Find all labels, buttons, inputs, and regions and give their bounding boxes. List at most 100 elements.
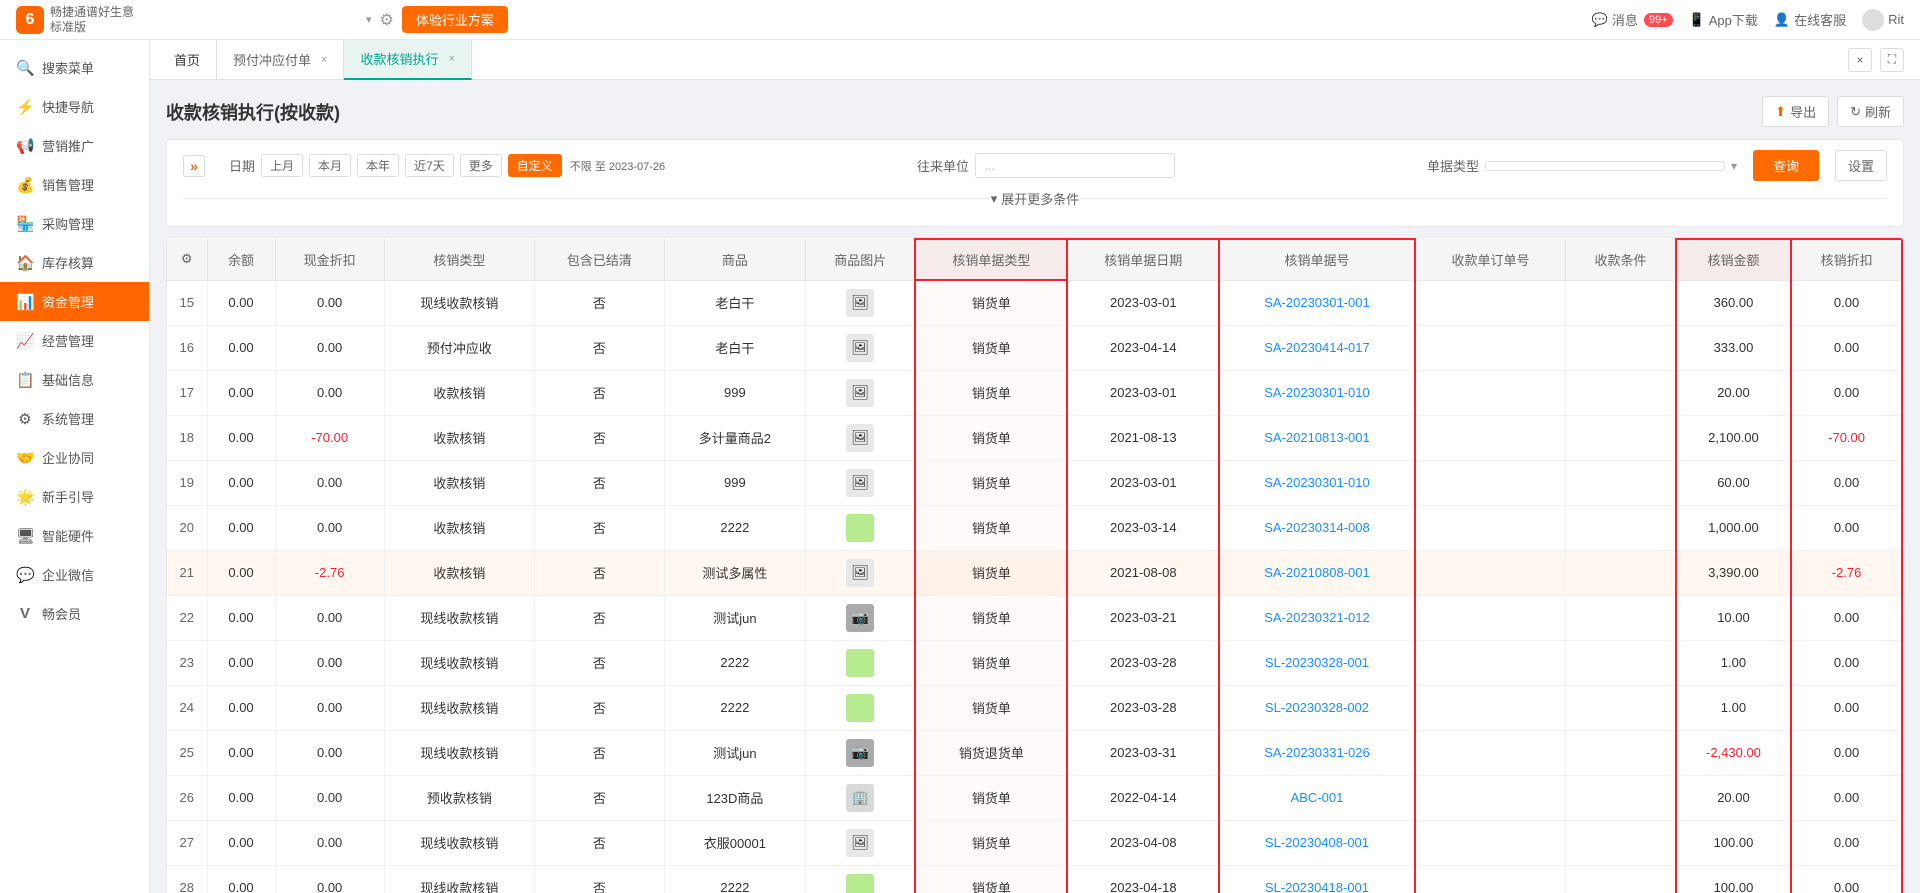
filter-tab-more[interactable]: 更多 <box>460 154 502 177</box>
table-row: 16 0.00 0.00 预付冲应收 否 老白干 🖼 销货单 2023-04-1… <box>167 325 1902 370</box>
trial-button[interactable]: 体验行业方案 <box>402 6 508 33</box>
td-goods-img: 🖼 <box>805 550 915 595</box>
td-goods-img: 🖼 <box>805 280 915 325</box>
sidebar-item-marketing[interactable]: 📢 营销推广 <box>0 126 149 165</box>
filter-billtype-arrow: ▾ <box>1731 159 1737 173</box>
td-balance: 0.00 <box>207 685 275 730</box>
td-balance: 0.00 <box>207 505 275 550</box>
hardware-icon: 🖥 <box>16 527 34 545</box>
td-receipt-order <box>1415 370 1566 415</box>
sidebar-item-sales[interactable]: 💰 销售管理 <box>0 165 149 204</box>
tab-collection-close[interactable]: × <box>448 53 454 65</box>
sidebar-item-basic[interactable]: 📋 基础信息 <box>0 360 149 399</box>
td-receipt-order <box>1415 685 1566 730</box>
td-bill-date: 2023-03-14 <box>1067 505 1219 550</box>
td-cancel-type: 收款核销 <box>384 370 534 415</box>
bill-no-link[interactable]: SA-20230321-012 <box>1264 610 1370 625</box>
td-bill-no: SL-20230328-002 <box>1219 685 1414 730</box>
filter-tab-7days[interactable]: 近7天 <box>405 154 454 177</box>
td-goods-img: 🖼 <box>805 370 915 415</box>
td-goods-img <box>805 865 915 893</box>
bill-no-link[interactable]: SA-20230301-010 <box>1264 475 1370 490</box>
td-balance: 0.00 <box>207 370 275 415</box>
td-receipt-order <box>1415 325 1566 370</box>
collab-icon: 🤝 <box>16 449 34 467</box>
sidebar-item-hardware[interactable]: 🖥 智能硬件 <box>0 516 149 555</box>
tab-home[interactable]: 首页 <box>158 40 217 80</box>
td-bill-date: 2023-03-01 <box>1067 460 1219 505</box>
filter-tab-thismonth[interactable]: 本月 <box>309 154 351 177</box>
sidebar-item-guide[interactable]: 🌟 新手引导 <box>0 477 149 516</box>
logo-icon: 6 <box>16 6 44 34</box>
bill-no-link[interactable]: SA-20230301-010 <box>1264 385 1370 400</box>
bill-no-link[interactable]: SA-20210813-001 <box>1264 430 1370 445</box>
table-row: 15 0.00 0.00 现线收款核销 否 老白干 🖼 销货单 2023-03-… <box>167 280 1902 325</box>
query-button[interactable]: 查询 <box>1753 150 1819 181</box>
app-download-item[interactable]: 📱 App下载 <box>1689 10 1758 29</box>
messages-item[interactable]: 💬 消息 99+ <box>1592 10 1673 29</box>
filter-tab-thisyear[interactable]: 本年 <box>357 154 399 177</box>
td-include-settled: 否 <box>535 775 665 820</box>
th-goods: 商品 <box>664 239 805 280</box>
td-balance: 0.00 <box>207 820 275 865</box>
sidebar-item-collab[interactable]: 🤝 企业协同 <box>0 438 149 477</box>
bill-no-link[interactable]: SA-20230414-017 <box>1264 340 1370 355</box>
td-cancel-discount: 0.00 <box>1791 280 1902 325</box>
sidebar-item-purchase[interactable]: 🏪 采购管理 <box>0 204 149 243</box>
td-cancel-type: 现线收款核销 <box>384 280 534 325</box>
tab-collection[interactable]: 收款核销执行 × <box>344 40 471 80</box>
bill-no-link[interactable]: ABC-001 <box>1291 790 1344 805</box>
td-balance: 0.00 <box>207 775 275 820</box>
td-include-settled: 否 <box>535 280 665 325</box>
filter-partner-select[interactable]: ... <box>975 153 1175 178</box>
export-button[interactable]: ⬆ 导出 <box>1762 96 1829 127</box>
tab-prepay[interactable]: 预付冲应付单 × <box>217 40 344 80</box>
td-bill-date: 2023-03-28 <box>1067 685 1219 730</box>
refresh-button[interactable]: ↻ 刷新 <box>1837 96 1904 127</box>
bill-no-link[interactable]: SL-20230418-001 <box>1265 880 1369 893</box>
td-bill-date: 2021-08-08 <box>1067 550 1219 595</box>
sidebar-item-system[interactable]: ⚙ 系统管理 <box>0 399 149 438</box>
sales-icon: 💰 <box>16 176 34 194</box>
sidebar-item-member[interactable]: V 畅会员 <box>0 594 149 633</box>
td-bill-date: 2021-08-13 <box>1067 415 1219 460</box>
filter-tab-lastmonth[interactable]: 上月 <box>261 154 303 177</box>
sidebar-label-operation: 经营管理 <box>42 331 94 350</box>
td-cancel-discount: 0.00 <box>1791 595 1902 640</box>
td-cash-discount: -70.00 <box>275 415 384 460</box>
bill-no-link[interactable]: SA-20230301-001 <box>1264 295 1370 310</box>
tab-close-button[interactable]: × <box>1848 48 1872 72</box>
sidebar-item-inventory[interactable]: 🏠 库存核算 <box>0 243 149 282</box>
settings-button[interactable]: 设置 <box>1835 150 1887 181</box>
sidebar-item-finance[interactable]: 📊 资金管理 <box>0 282 149 321</box>
td-goods: 测试多属性 <box>664 550 805 595</box>
sidebar-label-member: 畅会员 <box>42 604 81 623</box>
filter-tab-custom[interactable]: 自定义 <box>508 154 562 177</box>
tab-prepay-close[interactable]: × <box>321 54 327 66</box>
bill-no-link[interactable]: SL-20230328-001 <box>1265 655 1369 670</box>
sidebar-item-search[interactable]: 🔍 搜索菜单 <box>0 48 149 87</box>
online-service-item[interactable]: 👤 在线客服 <box>1774 10 1846 29</box>
td-bill-type: 销货单 <box>915 370 1067 415</box>
td-bill-date: 2023-03-01 <box>1067 280 1219 325</box>
bill-no-link[interactable]: SA-20210808-001 <box>1264 565 1370 580</box>
filter-expand-btn[interactable]: » <box>183 155 205 177</box>
dropdown-arrow-icon[interactable]: ▾ <box>366 13 372 26</box>
th-settings[interactable]: ⚙ <box>167 239 207 280</box>
user-item[interactable]: Rit <box>1862 9 1904 31</box>
sidebar-item-nav[interactable]: ⚡ 快捷导航 <box>0 87 149 126</box>
filter-billtype-select[interactable] <box>1485 161 1725 171</box>
bill-no-link[interactable]: SL-20230328-002 <box>1265 700 1369 715</box>
sidebar-item-operation[interactable]: 📈 经营管理 <box>0 321 149 360</box>
td-balance: 0.00 <box>207 730 275 775</box>
sidebar-item-wechat[interactable]: 💬 企业微信 <box>0 555 149 594</box>
td-cancel-type: 收款核销 <box>384 415 534 460</box>
bill-no-link[interactable]: SL-20230408-001 <box>1265 835 1369 850</box>
sidebar-label-collab: 企业协同 <box>42 448 94 467</box>
gear-icon[interactable]: ⚙ <box>380 10 394 30</box>
expand-conditions[interactable]: ▾ 展开更多条件 <box>991 189 1080 208</box>
tab-expand-button[interactable]: ⛶ <box>1880 48 1904 72</box>
bill-no-link[interactable]: SA-20230331-026 <box>1264 745 1370 760</box>
bill-no-link[interactable]: SA-20230314-008 <box>1264 520 1370 535</box>
member-icon: V <box>16 605 34 622</box>
